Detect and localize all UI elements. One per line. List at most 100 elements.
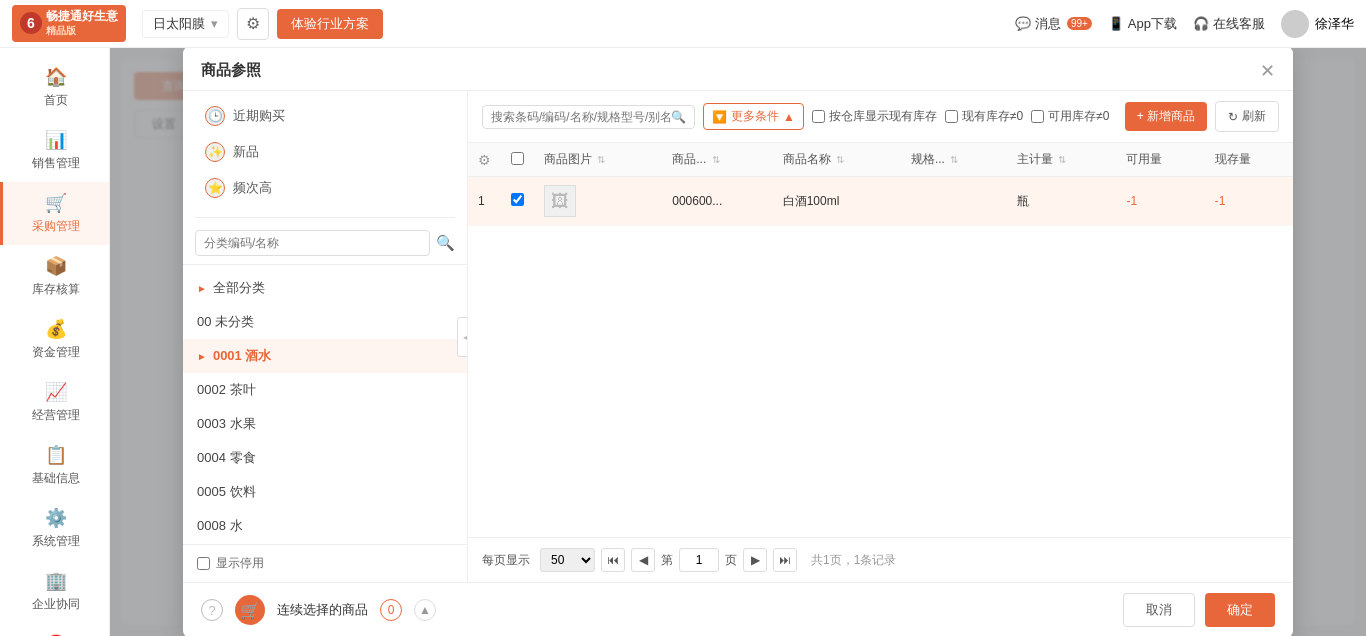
- cat-item-fruit[interactable]: 0003 水果: [183, 407, 467, 441]
- filter-icon: 🔽: [712, 110, 727, 124]
- cell-stock: -1: [1205, 177, 1293, 226]
- prev-page-button[interactable]: ◀: [631, 548, 655, 572]
- checkbox-available-area[interactable]: 可用库存≠0: [1031, 108, 1109, 125]
- home-icon: 🏠: [45, 66, 67, 88]
- sidebar-item-basic[interactable]: 📋 基础信息: [0, 434, 109, 497]
- cat-label: 0003 水果: [197, 415, 256, 433]
- messages-label: 消息: [1035, 15, 1061, 33]
- col-stock: 现存量: [1205, 143, 1293, 177]
- filter-button[interactable]: 🔽 更多条件 ▲: [703, 103, 804, 130]
- modal-header: 商品参照 ✕: [183, 48, 1293, 91]
- last-page-button[interactable]: ⏭: [773, 548, 797, 572]
- next-page-button[interactable]: ▶: [743, 548, 767, 572]
- message-icon: 💬: [1015, 16, 1031, 31]
- cancel-button[interactable]: 取消: [1123, 593, 1195, 627]
- cat-item-all[interactable]: ► 全部分类: [183, 271, 467, 305]
- cat-item-unclassified[interactable]: 00 未分类: [183, 305, 467, 339]
- confirm-button[interactable]: 确定: [1205, 593, 1275, 627]
- col-name-label: 商品名称: [783, 152, 831, 166]
- top-nav: 6 畅捷通好生意 精品版 日太阳膜 ▾ ⚙ 体验行业方案 💬 消息 99+ 📱 …: [0, 0, 1366, 48]
- management-icon: 📈: [45, 381, 67, 403]
- page-input[interactable]: [679, 548, 719, 572]
- close-icon[interactable]: ✕: [1260, 62, 1275, 80]
- sidebar-item-management[interactable]: 📈 经营管理: [0, 371, 109, 434]
- cat-item-drink[interactable]: 0005 饮料: [183, 475, 467, 509]
- checkbox-stock-label: 现有库存≠0: [962, 108, 1023, 125]
- settings-icon[interactable]: ⚙: [478, 152, 491, 168]
- cat-label: 0008 水: [197, 517, 243, 535]
- modal-body: 🕒 近期购买 ✨ 新品 ⭐ 频次高: [183, 91, 1293, 582]
- sidebar-item-label: 经营管理: [32, 407, 80, 424]
- app-download-item[interactable]: 📱 App下载: [1108, 15, 1177, 33]
- available-value: -1: [1126, 194, 1137, 208]
- recent-tab-new[interactable]: ✨ 新品: [195, 135, 455, 169]
- row-checkbox[interactable]: [511, 193, 524, 206]
- sidebar-item-guide[interactable]: 🎯 新手引导: [0, 623, 109, 636]
- checkbox-stock-area[interactable]: 现有库存≠0: [945, 108, 1023, 125]
- help-icon[interactable]: ?: [201, 599, 223, 621]
- online-service-item[interactable]: 🎧 在线客服: [1193, 15, 1265, 33]
- avatar-area[interactable]: 徐泽华: [1281, 10, 1354, 38]
- page-label: 第: [661, 552, 673, 569]
- sort-icon[interactable]: ⇅: [950, 154, 958, 165]
- sidebar-item-system[interactable]: ⚙️ 系统管理: [0, 497, 109, 560]
- recent-tab-label: 新品: [233, 143, 259, 161]
- gear-button[interactable]: ⚙: [237, 8, 269, 40]
- sort-icon[interactable]: ⇅: [836, 154, 844, 165]
- cell-unit: 瓶: [1007, 177, 1116, 226]
- sidebar-item-home[interactable]: 🏠 首页: [0, 56, 109, 119]
- online-service-label: 在线客服: [1213, 15, 1265, 33]
- table-row[interactable]: 1 🖼 000600... 白酒100ml: [468, 177, 1293, 226]
- cat-item-tea[interactable]: 0002 茶叶: [183, 373, 467, 407]
- arrow-icon: ►: [197, 283, 207, 294]
- phone-icon: 📱: [1108, 16, 1124, 31]
- show-disabled-area: 显示停用: [183, 544, 467, 582]
- per-page-select[interactable]: 50 100 200: [540, 548, 595, 572]
- sidebar-item-purchase[interactable]: 🛒 采购管理: [0, 182, 109, 245]
- sidebar-item-inventory[interactable]: 📦 库存核算: [0, 245, 109, 308]
- basic-icon: 📋: [45, 444, 67, 466]
- collapse-panel-button[interactable]: ◀: [457, 317, 468, 357]
- recent-tab-recent[interactable]: 🕒 近期购买: [195, 99, 455, 133]
- modal-right-panel: 🔍 🔽 更多条件 ▲ 按仓库显示现有库存: [468, 91, 1293, 582]
- logo[interactable]: 6 畅捷通好生意 精品版: [12, 5, 126, 41]
- sidebar-item-label: 资金管理: [32, 344, 80, 361]
- product-table-container: ⚙ 商品图片 ⇅: [468, 143, 1293, 537]
- cat-label: 0005 饮料: [197, 483, 256, 501]
- search-icon[interactable]: 🔍: [671, 110, 686, 124]
- refresh-button[interactable]: ↻ 刷新: [1215, 101, 1279, 132]
- checkbox-warehouse-area[interactable]: 按仓库显示现有库存: [812, 108, 937, 125]
- sort-icon[interactable]: ⇅: [1058, 154, 1066, 165]
- messages-item[interactable]: 💬 消息 99+: [1015, 15, 1092, 33]
- sort-icon[interactable]: ⇅: [597, 154, 605, 165]
- cart-icon[interactable]: 🛒: [235, 595, 265, 625]
- cat-item-water[interactable]: 0008 水: [183, 509, 467, 543]
- sidebar-item-sales[interactable]: 📊 销售管理: [0, 119, 109, 182]
- col-available-label: 可用量: [1126, 152, 1162, 166]
- enterprise-icon: 🏢: [45, 570, 67, 592]
- add-product-button[interactable]: + 新增商品: [1125, 102, 1207, 131]
- col-unit: 主计量 ⇅: [1007, 143, 1116, 177]
- modal-footer: ? 🛒 连续选择的商品 0 ▲ 取消 确定: [183, 582, 1293, 636]
- nav-selector-label: 日太阳膜: [153, 15, 205, 33]
- sort-icon[interactable]: ⇅: [712, 154, 720, 165]
- cat-item-snack[interactable]: 0004 零食: [183, 441, 467, 475]
- first-page-button[interactable]: ⏮: [601, 548, 625, 572]
- show-disabled-checkbox[interactable]: [197, 557, 210, 570]
- category-search-input[interactable]: [195, 230, 430, 256]
- nav-selector[interactable]: 日太阳膜 ▾: [142, 10, 229, 38]
- checkbox-warehouse[interactable]: [812, 110, 825, 123]
- category-search-icon[interactable]: 🔍: [436, 234, 455, 252]
- sidebar-item-enterprise[interactable]: 🏢 企业协同: [0, 560, 109, 623]
- recent-tab-frequent[interactable]: ⭐ 频次高: [195, 171, 455, 205]
- checkbox-available[interactable]: [1031, 110, 1044, 123]
- collapse-bottom-icon[interactable]: ▲: [414, 599, 436, 621]
- sidebar-item-finance[interactable]: 💰 资金管理: [0, 308, 109, 371]
- cat-item-alcohol[interactable]: ► 0001 酒水: [183, 339, 467, 373]
- product-search-input[interactable]: [491, 110, 671, 124]
- select-all-checkbox[interactable]: [511, 152, 524, 165]
- logo-text: 畅捷通好生意: [46, 9, 118, 23]
- modal-title: 商品参照: [201, 61, 261, 80]
- checkbox-stock[interactable]: [945, 110, 958, 123]
- experience-button[interactable]: 体验行业方案: [277, 9, 383, 39]
